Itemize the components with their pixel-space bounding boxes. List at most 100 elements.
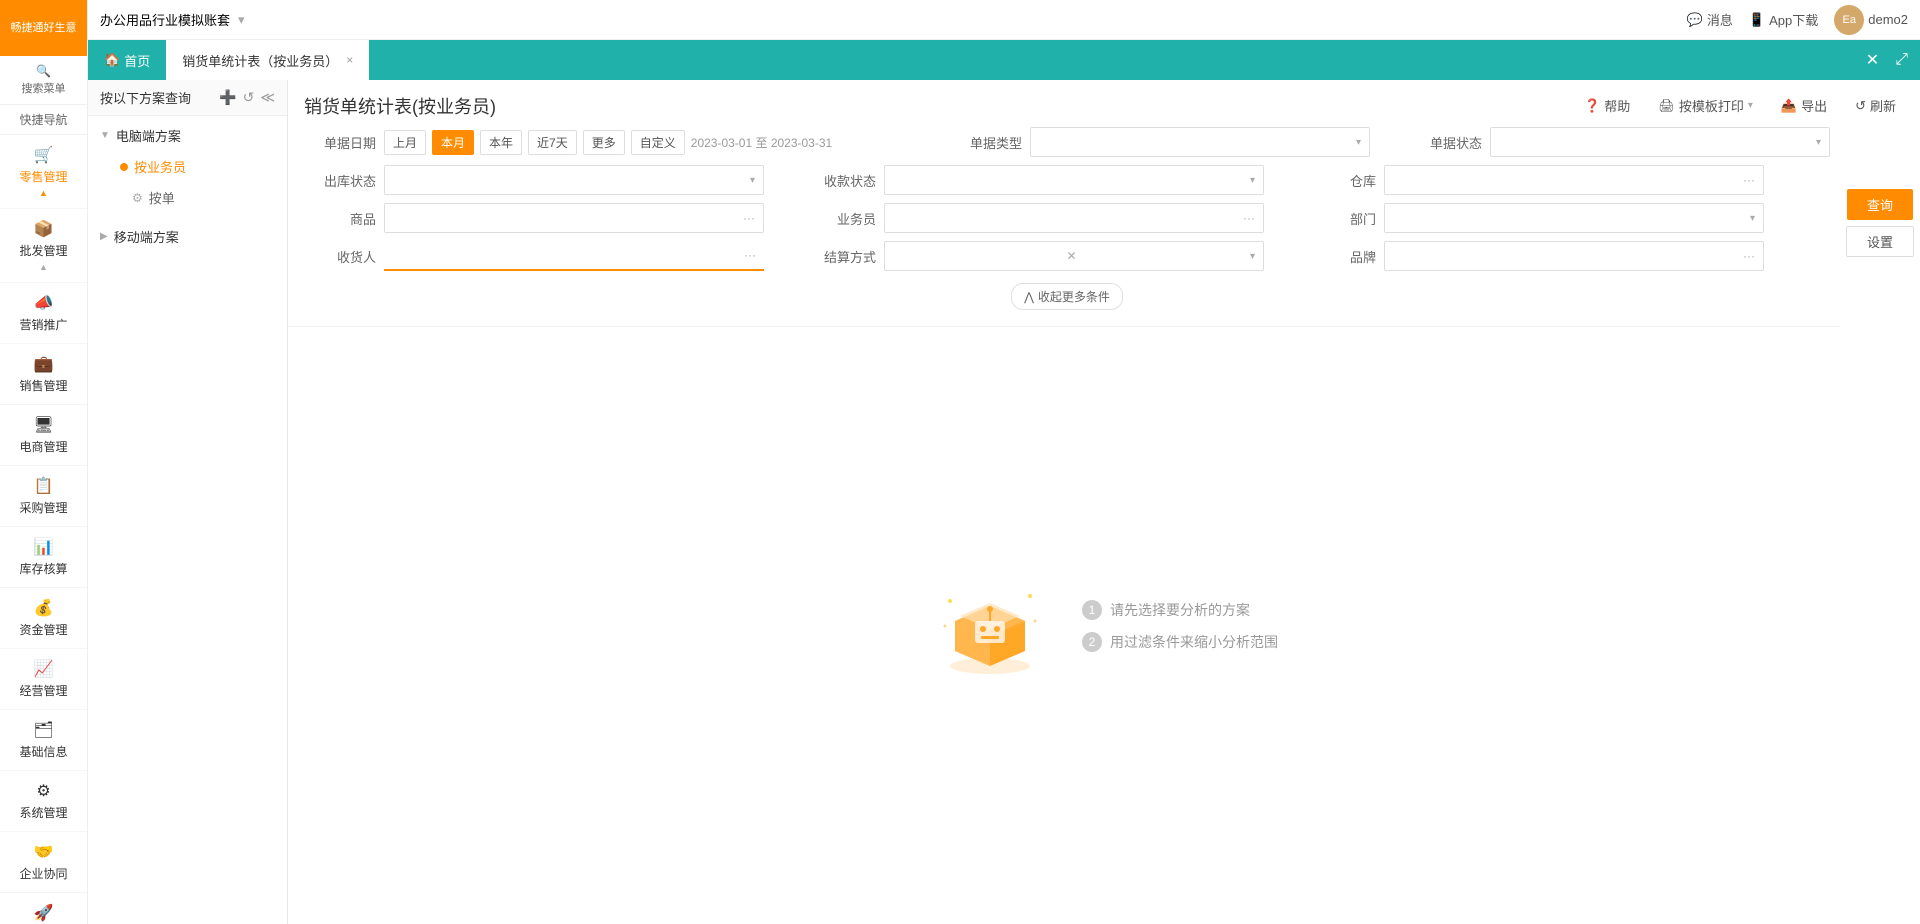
goods-field[interactable]: ··· — [384, 203, 764, 233]
sidebar-item-finance-label: 资金管理 — [19, 621, 67, 638]
settings-sub-icon: ⚙ — [132, 191, 143, 205]
sidebar-item-system[interactable]: ⚙ 系统管理 — [0, 771, 87, 832]
print-btn[interactable]: 🖨 按模板打印 ▾ — [1650, 92, 1761, 119]
sidebar-item-wholesale[interactable]: 📦 批发管理 ▲ — [0, 209, 87, 283]
active-dot — [120, 163, 128, 171]
date-last-month-btn[interactable]: 上月 — [384, 130, 426, 155]
help-icon: ❓ — [1584, 98, 1600, 114]
sidebar-item-retail[interactable]: 🛒 零售管理 ▲ — [0, 135, 87, 209]
search-menu[interactable]: 🔍 搜索菜单 — [0, 56, 87, 105]
left-panel-title: 按以下方案查询 — [100, 88, 191, 107]
staff-label: 业务员 — [804, 209, 884, 228]
print-label: 按模板打印 — [1679, 96, 1744, 115]
query-btn[interactable]: 查询 — [1847, 189, 1913, 220]
user-info[interactable]: Ea demo2 — [1834, 5, 1908, 35]
tab-sales-stats-label: 销货单统计表（按业务员） — [182, 51, 338, 70]
collapse-panel-btn[interactable]: ≪ — [260, 89, 275, 106]
retail-icon: 🛒 — [34, 145, 54, 165]
add-scheme-btn[interactable]: ➕ — [219, 89, 236, 106]
refresh-btn[interactable]: ↺ 刷新 — [1847, 92, 1904, 119]
group-expand-icon: ▼ — [100, 130, 110, 141]
warehouse-field[interactable]: ··· — [1384, 165, 1764, 195]
tab-close-btn[interactable]: × — [346, 53, 353, 67]
tab-maximize-btn[interactable]: ⤢ — [1891, 47, 1912, 73]
sidebar-item-sales[interactable]: 💼 销售管理 — [0, 344, 87, 405]
collapse-btn[interactable]: ⋀ 收起更多条件 — [1011, 283, 1123, 310]
sidebar-item-basic-label: 基础信息 — [19, 743, 67, 760]
collapse-row: ⋀ 收起更多条件 — [304, 279, 1830, 318]
collapse-label: 收起更多条件 — [1038, 288, 1110, 305]
tab-home[interactable]: 🏠 首页 — [88, 40, 166, 80]
scheme-group-desktop: ▼ 电脑端方案 按业务员 ⚙ 按单 — [88, 116, 287, 217]
date-custom-btn[interactable]: 自定义 — [631, 130, 685, 155]
app-download-icon: 📱 — [1749, 12, 1765, 28]
scheme-by-staff[interactable]: 按业务员 — [88, 151, 287, 182]
sidebar-item-purchase[interactable]: 📋 采购管理 — [0, 466, 87, 527]
out-status-field[interactable]: ▾ — [384, 165, 764, 195]
doc-status-caret: ▾ — [1816, 137, 1821, 148]
scheme-group-mobile-header[interactable]: ▶ 移动端方案 — [88, 221, 287, 252]
collect-status-label: 收款状态 — [804, 171, 884, 190]
payment-clear-btn[interactable]: ✕ — [1066, 249, 1076, 263]
group-expand-icon2: ▶ — [100, 231, 108, 242]
scheme-group-desktop-header[interactable]: ▼ 电脑端方案 — [88, 120, 287, 151]
payment-label: 结算方式 — [804, 247, 884, 266]
scheme-group-desktop-label: 电脑端方案 — [116, 126, 181, 145]
system-icon: ⚙ — [36, 781, 50, 801]
sidebar-item-operation[interactable]: 📈 经营管理 — [0, 649, 87, 710]
tab-close-window-btn[interactable]: ✕ — [1862, 46, 1883, 74]
payment-field[interactable]: ✕ ▾ — [884, 241, 1264, 271]
help-btn[interactable]: ❓ 帮助 — [1576, 92, 1638, 119]
receiver-label: 收货人 — [304, 247, 384, 266]
coop-icon: 🤝 — [34, 842, 54, 862]
sidebar-item-coop[interactable]: 🤝 企业协同 — [0, 832, 87, 893]
payment-caret: ▾ — [1250, 251, 1255, 262]
date-7days-btn[interactable]: 近7天 — [528, 130, 577, 155]
sidebar-item-inventory-label: 库存核算 — [19, 560, 67, 577]
date-more-btn[interactable]: 更多 — [583, 130, 625, 155]
collapse-icon: ⋀ — [1024, 290, 1034, 304]
purchase-icon: 📋 — [34, 476, 54, 496]
topbar-dropdown-icon[interactable]: ▾ — [238, 12, 245, 28]
brand-field[interactable]: ··· — [1384, 241, 1764, 271]
sidebar-item-inventory[interactable]: 📊 库存核算 — [0, 527, 87, 588]
export-btn[interactable]: 📤 导出 — [1773, 92, 1835, 119]
sidebar-item-basic[interactable]: 🗂 基础信息 — [0, 710, 87, 771]
sidebar-item-finance[interactable]: 💰 资金管理 — [0, 588, 87, 649]
dept-field[interactable]: ▾ — [1384, 203, 1764, 233]
sidebar-item-marketing-label: 营销推广 — [19, 316, 67, 333]
app-download-btn[interactable]: 📱 App下载 — [1749, 10, 1818, 29]
doc-type-field[interactable]: ▾ — [1030, 127, 1370, 157]
page-header: 销货单统计表(按业务员) ❓ 帮助 🖨 按模板打印 ▾ 📤 导出 — [288, 80, 1920, 119]
filter-row-4: 收货人 ··· 结算方式 ✕ ▾ 品牌 — [304, 241, 1830, 271]
topbar: 办公用品行业模拟账套 ▾ 💬 消息 📱 App下载 Ea demo2 — [88, 0, 1920, 40]
basic-icon: 🗂 — [33, 720, 53, 740]
main-area: 办公用品行业模拟账套 ▾ 💬 消息 📱 App下载 Ea demo2 🏠 首页 — [88, 0, 1920, 924]
staff-field[interactable]: ··· — [884, 203, 1264, 233]
collect-status-field[interactable]: ▾ — [884, 165, 1264, 195]
date-range-text: 2023-03-01 至 2023-03-31 — [691, 134, 832, 151]
message-btn[interactable]: 💬 消息 — [1687, 10, 1733, 29]
date-this-month-btn[interactable]: 本月 — [432, 130, 474, 155]
warehouse-dots: ··· — [1743, 173, 1755, 187]
sidebar-item-newbie[interactable]: 🚀 新手引导 — [0, 893, 87, 924]
warehouse-label: 仓库 — [1304, 171, 1384, 190]
user-name: demo2 — [1868, 12, 1908, 27]
app-logo: 畅捷通好生意 — [0, 0, 88, 56]
sidebar-item-ecommerce[interactable]: 🖥 电商管理 — [0, 405, 87, 466]
sidebar-item-marketing[interactable]: 📣 营销推广 — [0, 283, 87, 344]
scheme-by-order[interactable]: ⚙ 按单 — [88, 182, 287, 213]
doc-status-label: 单据状态 — [1410, 133, 1490, 152]
doc-status-field[interactable]: ▾ — [1490, 127, 1830, 157]
date-label: 单据日期 — [304, 133, 384, 152]
refresh-icon: ↺ — [1855, 98, 1866, 114]
settings-btn[interactable]: 设置 — [1846, 226, 1914, 257]
receiver-field[interactable]: ··· — [384, 241, 764, 271]
quick-nav[interactable]: 快捷导航 — [0, 105, 87, 135]
search-menu-label: 搜索菜单 — [0, 80, 87, 96]
expand-icon: ▲ — [39, 188, 48, 198]
filter-row-1: 单据日期 上月 本月 本年 近7天 更多 自定义 2023-03-01 至 20… — [304, 127, 1830, 157]
refresh-scheme-btn[interactable]: ↺ — [243, 89, 255, 106]
tab-sales-stats[interactable]: 销货单统计表（按业务员） × — [166, 40, 369, 80]
date-this-year-btn[interactable]: 本年 — [480, 130, 522, 155]
